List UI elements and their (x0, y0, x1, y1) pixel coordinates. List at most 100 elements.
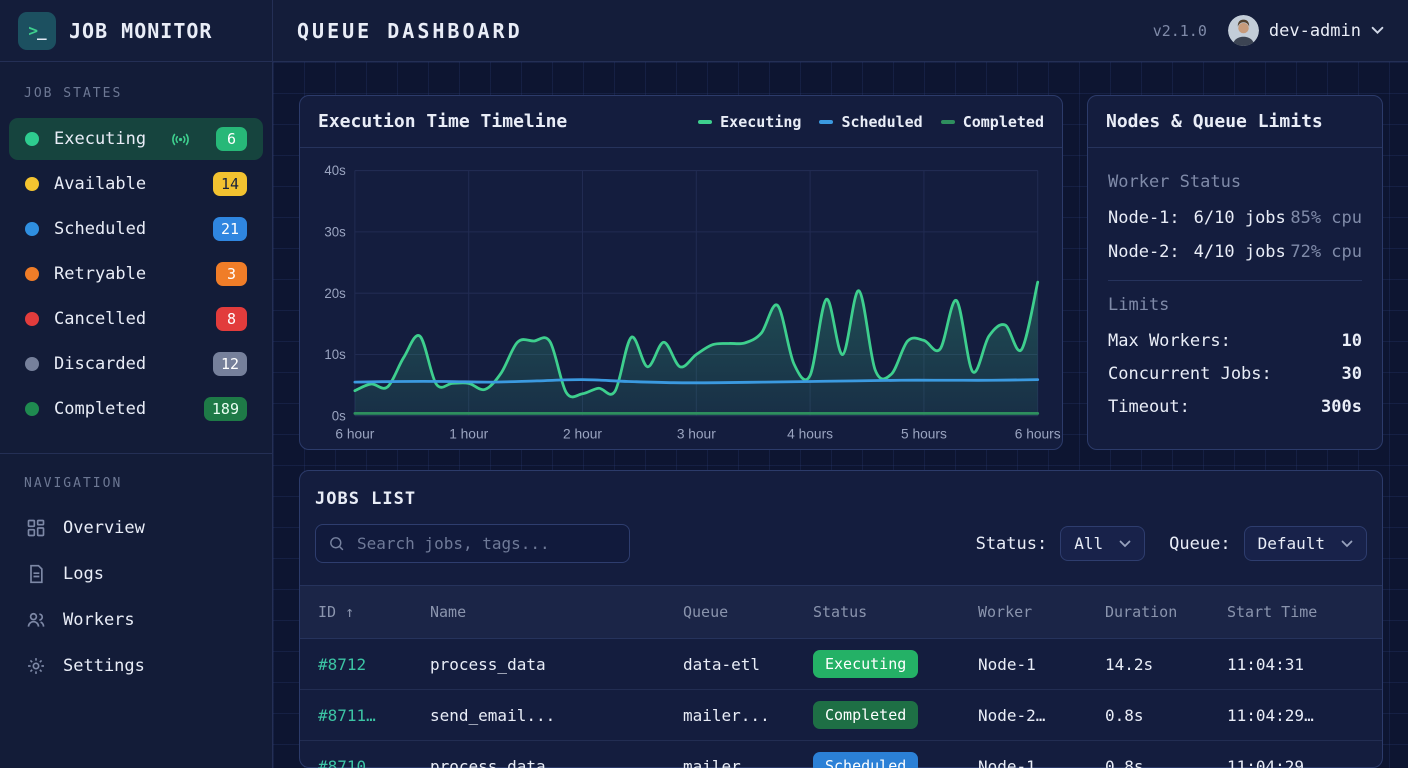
jobs-table-body: #8712 process_data data-etl Executing Node-1… (300, 639, 1382, 768)
job-name: send_email... (430, 705, 556, 725)
job-name: process_data (430, 654, 546, 674)
legend-swatch (940, 119, 955, 124)
username-label: dev-admin (1268, 20, 1361, 41)
queue-filter-value: Default (1257, 534, 1325, 553)
limit-label: Max Workers: (1108, 331, 1231, 351)
limits-label: Limits (1108, 295, 1170, 315)
job-duration: 0.8s (1105, 705, 1144, 725)
column-header-name[interactable]: Name (430, 603, 683, 621)
state-label: Cancelled (54, 309, 147, 329)
worker-name: Node-1: (1108, 208, 1180, 228)
status-badge: Completed (813, 701, 919, 729)
status-badge: Scheduled (813, 752, 919, 768)
status-filter-label: Status: (975, 533, 1048, 554)
column-header-start-time[interactable]: Start Time (1227, 603, 1382, 621)
job-worker: Node-2… (978, 705, 1046, 725)
chart-legend: Executing Scheduled Completed (698, 113, 1044, 131)
search-input[interactable] (355, 533, 617, 554)
limit-row: Timeout: 300s (1108, 397, 1362, 417)
table-row[interactable]: #8711… send_email... mailer... Completed Nod… (300, 690, 1382, 741)
column-header-id[interactable]: ID ↑ (318, 603, 430, 621)
state-label: Discarded (54, 354, 147, 374)
table-row[interactable]: #8710 process_data mailer… Scheduled Node-1…… (300, 741, 1382, 768)
status-badge: Executing (813, 650, 919, 678)
state-dot (25, 312, 39, 326)
worker-status-label: Worker Status (1108, 172, 1242, 192)
status-filter-value: All (1074, 534, 1104, 553)
limits-list: Max Workers: 10 Concurrent Jobs: 30 Timeout:… (1108, 331, 1362, 417)
state-label: Executing (54, 129, 147, 149)
brand: > _ JOB MONITOR (0, 0, 273, 62)
live-signal-icon (170, 132, 191, 147)
svg-text:1 hour: 1 hour (449, 426, 488, 442)
user-menu[interactable]: dev-admin (1227, 15, 1384, 46)
sidebar-item-executing[interactable]: Executing 6 (9, 118, 263, 160)
navigation-list: Overview Logs Workers Settings (0, 505, 272, 689)
job-id-link[interactable]: #8712 (318, 655, 430, 674)
nodes-card-title: Nodes & Queue Limits (1106, 111, 1323, 132)
queue-filter-select[interactable]: Default (1243, 526, 1367, 561)
sidebar-item-completed[interactable]: Completed 189 (9, 388, 263, 430)
sidebar-item-logs[interactable]: Logs (0, 551, 272, 597)
topbar: QUEUE DASHBOARD v2.1.0 dev-admin (273, 0, 1408, 62)
worker-cpu: 72% cpu (1290, 242, 1362, 262)
legend-label: Executing (720, 112, 802, 131)
job-queue: mailer... (683, 705, 770, 725)
job-id-link[interactable]: #8710 (318, 757, 430, 768)
legend-item-executing: Executing (698, 113, 801, 131)
terminal-prompt-glyph: > (28, 21, 38, 40)
worker-jobs: 4/10 jobs (1193, 242, 1286, 262)
queue-filter-label: Queue: (1169, 533, 1231, 554)
sidebar-item-discarded[interactable]: Discarded 12 (9, 343, 263, 385)
sidebar-item-cancelled[interactable]: Cancelled 8 (9, 298, 263, 340)
sidebar-item-workers[interactable]: Workers (0, 597, 272, 643)
sidebar-item-settings[interactable]: Settings (0, 643, 272, 689)
column-header-worker[interactable]: Worker (978, 603, 1105, 621)
job-states-list: Executing 6 Available 14 Scheduled 21 Retryabl… (0, 115, 272, 433)
limit-value: 300s (1321, 397, 1362, 417)
column-header-duration[interactable]: Duration (1105, 603, 1227, 621)
svg-text:4 hours: 4 hours (787, 426, 833, 442)
limit-row: Max Workers: 10 (1108, 331, 1362, 351)
page-title: QUEUE DASHBOARD (297, 18, 523, 43)
job-worker: Node-1 (978, 654, 1036, 674)
app-window: > _ JOB MONITOR QUEUE DASHBOARD v2.1.0 de… (0, 0, 1408, 768)
svg-text:5 hours: 5 hours (901, 426, 947, 442)
worker-cpu: 85% cpu (1290, 208, 1362, 228)
status-filter-select[interactable]: All (1060, 526, 1146, 561)
legend-label: Scheduled (841, 112, 923, 131)
job-start-time: 11:04:31 (1227, 654, 1305, 674)
column-header-queue[interactable]: Queue (683, 603, 813, 621)
sidebar-item-scheduled[interactable]: Scheduled 21 (9, 208, 263, 250)
terminal-cursor-glyph: _ (37, 21, 47, 40)
sidebar-item-overview[interactable]: Overview (0, 505, 272, 551)
nav-item-label: Settings (63, 656, 145, 676)
job-states-section-label: JOB STATES (24, 86, 123, 101)
state-label: Completed (54, 399, 147, 419)
svg-text:10s: 10s (324, 347, 346, 362)
sidebar-item-available[interactable]: Available 14 (9, 163, 263, 205)
chevron-down-icon (1371, 26, 1384, 35)
navigation-section-label: NAVIGATION (24, 476, 123, 491)
column-header-status[interactable]: Status (813, 603, 978, 621)
app-title: JOB MONITOR (69, 18, 213, 43)
sidebar-divider (0, 453, 272, 454)
job-status-cell: Executing (813, 650, 978, 678)
sidebar-item-retryable[interactable]: Retryable 3 (9, 253, 263, 295)
state-count-badge: 12 (212, 352, 247, 376)
job-worker: Node-1… (978, 756, 1046, 768)
search-box (315, 524, 630, 563)
state-count-badge: 3 (216, 262, 247, 286)
nav-item-label: Workers (63, 610, 135, 630)
job-id-link[interactable]: #8711… (318, 706, 430, 725)
state-label: Retryable (54, 264, 147, 284)
table-row[interactable]: #8712 process_data data-etl Executing Node-1… (300, 639, 1382, 690)
job-start-time: 11:04:29… (1227, 705, 1314, 725)
state-count-badge: 189 (203, 397, 247, 421)
worker-name: Node-2: (1108, 242, 1180, 262)
job-queue: data-etl (683, 654, 761, 674)
svg-text:6 hour: 6 hour (335, 426, 374, 442)
timeline-chart: 0s 10s 20s 30s 40s 6 hour 1 hour 2 hour 3 hour 4 … (324, 163, 1060, 442)
legend-item-scheduled: Scheduled (819, 112, 923, 131)
job-status-cell: Scheduled (813, 752, 978, 768)
